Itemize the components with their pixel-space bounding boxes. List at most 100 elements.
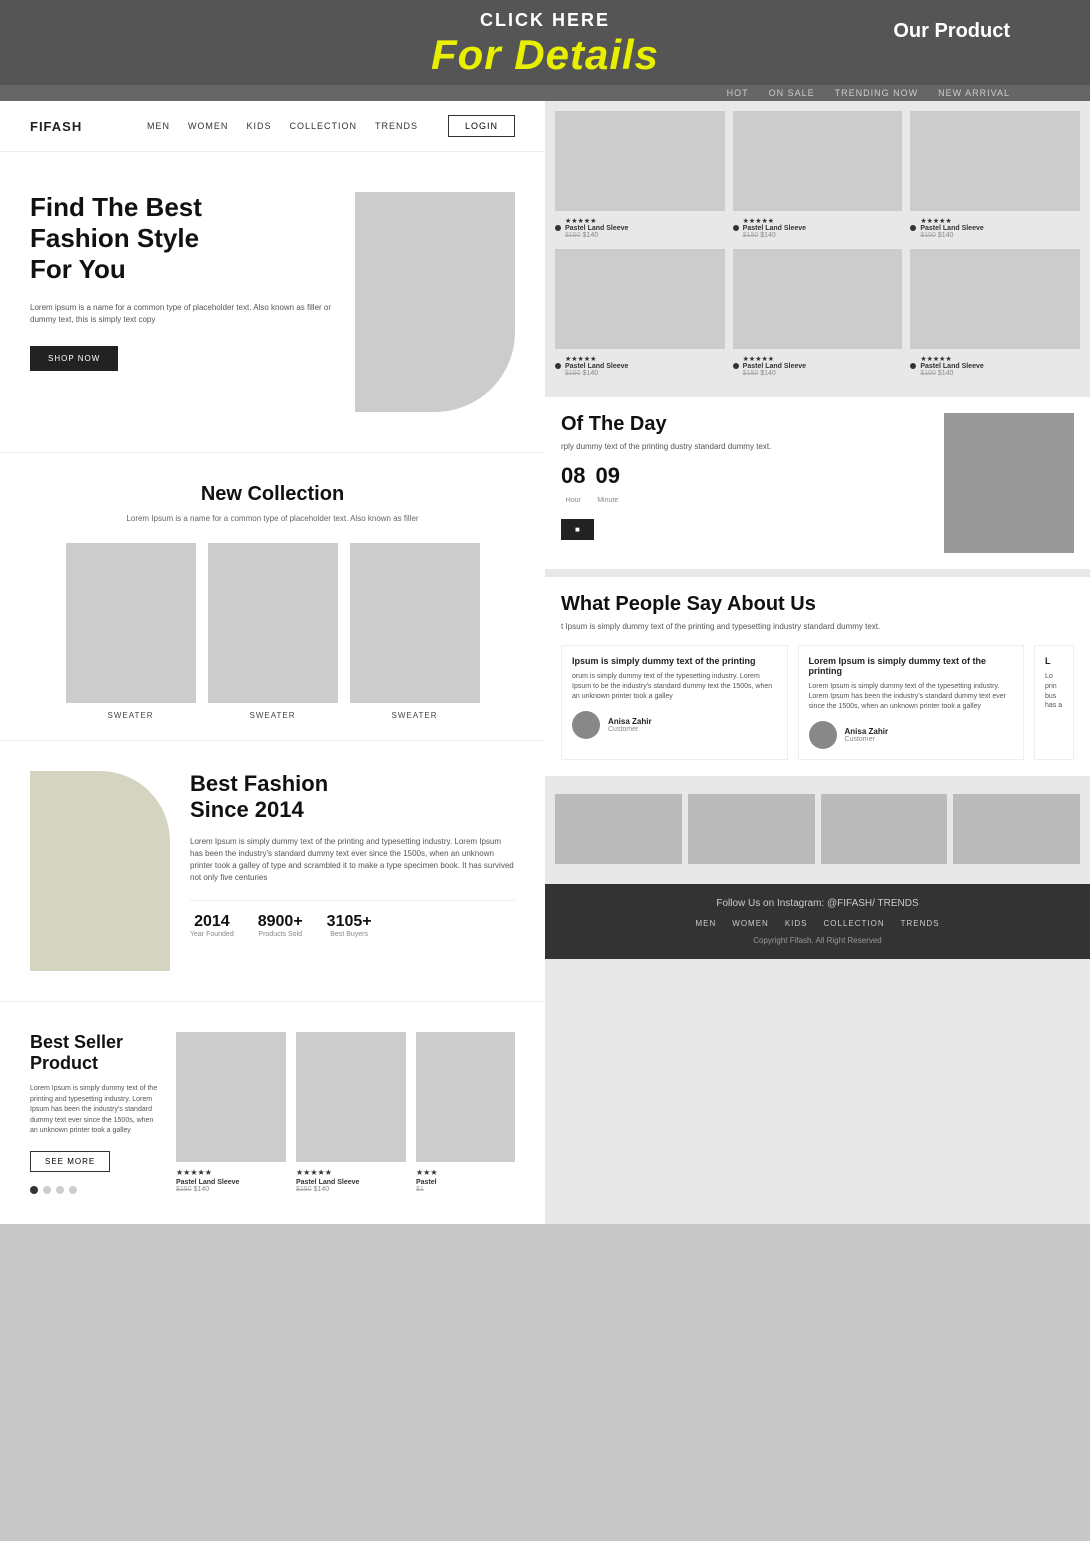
timer-minutes: 09 Minute <box>595 463 619 507</box>
banner-link-new[interactable]: NEW ARRIVAL <box>938 88 1010 98</box>
nav-trends[interactable]: TRENDS <box>375 121 418 131</box>
bs-name-3: Pastel <box>416 1179 515 1186</box>
product-info-6: ★★★★★ Pastel Land Sleeve $150 $140 <box>910 355 1080 377</box>
product-details-5: ★★★★★ Pastel Land Sleeve $150 $140 <box>743 355 903 377</box>
stat-products-label: Products Sold <box>258 931 303 938</box>
otd-title: Of The Day <box>561 413 932 436</box>
product-info-4: ★★★★★ Pastel Land Sleeve $150 $140 <box>555 355 725 377</box>
tc-name-2: Anisa Zahir <box>845 727 889 736</box>
testimonial-card-1: Ipsum is simply dummy text of the printi… <box>561 645 788 760</box>
stat-buyers-number: 3105+ <box>327 913 372 931</box>
timer-hours-num: 08 <box>561 463 585 489</box>
footer: Follow Us on Instagram: @FIFASH/ TRENDS … <box>545 884 1090 959</box>
product-name-6: Pastel Land Sleeve <box>920 363 1080 370</box>
timer-minutes-num: 09 <box>595 463 619 489</box>
bs-card-3: ★★★ Pastel $1 <box>416 1032 515 1194</box>
footer-nav-trends[interactable]: TRENDS <box>901 919 940 928</box>
bs-card-1: ★★★★★ Pastel Land Sleeve $150 $140 <box>176 1032 286 1194</box>
product-name-1: Pastel Land Sleeve <box>565 225 725 232</box>
hero-section: Find The Best Fashion Style For You Lore… <box>0 152 545 452</box>
bs-price-2: $150 $140 <box>296 1186 406 1193</box>
tc-role-1: Customer <box>608 726 652 733</box>
product-item-3: ★★★★★ Pastel Land Sleeve $150 $140 <box>910 111 1080 239</box>
otd-image <box>944 413 1074 553</box>
product-price-1: $150 $140 <box>565 232 725 239</box>
left-column: FIFASH MEN WOMEN KIDS COLLECTION TRENDS … <box>0 101 545 1224</box>
bs-card-2: ★★★★★ Pastel Land Sleeve $150 $140 <box>296 1032 406 1194</box>
testimonial-cards: Ipsum is simply dummy text of the printi… <box>561 645 1074 760</box>
insta-img-4 <box>953 794 1080 864</box>
tc-body-1: orum is simply dummy text of the typeset… <box>572 672 777 701</box>
bs-card-img-2 <box>296 1032 406 1162</box>
product-img-6 <box>910 249 1080 349</box>
our-product-label: Our Product <box>893 20 1010 43</box>
collection-label-1: SWEATER <box>66 711 196 720</box>
tc-title-1: Ipsum is simply dummy text of the printi… <box>572 656 777 666</box>
products-section: ★★★★★ Pastel Land Sleeve $150 $140 <box>545 101 1090 397</box>
best-seller-description: Lorem Ipsum is simply dummy text of the … <box>30 1084 160 1137</box>
product-details-6: ★★★★★ Pastel Land Sleeve $150 $140 <box>920 355 1080 377</box>
main-layout: FIFASH MEN WOMEN KIDS COLLECTION TRENDS … <box>0 101 1090 1224</box>
tc-body-3: Lo prin bus has a <box>1045 672 1063 711</box>
bs-stars-1: ★★★★★ <box>176 1168 286 1177</box>
collection-img-1 <box>66 543 196 703</box>
bs-stars-3: ★★★ <box>416 1168 515 1177</box>
footer-nav-collection[interactable]: COLLECTION <box>824 919 885 928</box>
timer-minutes-label: Minute <box>597 497 618 504</box>
collection-card-3: SWEATER <box>350 543 480 720</box>
product-stars-4: ★★★★★ <box>565 355 725 363</box>
product-stars-3: ★★★★★ <box>920 217 1080 225</box>
footer-nav-kids[interactable]: KIDS <box>785 919 808 928</box>
tc-person-2: Anisa Zahir Customer <box>845 727 889 743</box>
nav-women[interactable]: WOMEN <box>188 121 229 131</box>
of-the-day-inner: Of The Day rply dummy text of the printi… <box>561 413 1074 553</box>
product-img-4 <box>555 249 725 349</box>
product-img-3 <box>910 111 1080 211</box>
new-collection-section: New Collection Lorem Ipsum is a name for… <box>0 452 545 740</box>
for-details-text[interactable]: For Details <box>431 31 659 79</box>
product-stars-2: ★★★★★ <box>743 217 903 225</box>
banner-link-onsale[interactable]: ON SALE <box>769 88 815 98</box>
instagram-section <box>545 784 1090 884</box>
product-price-4: $150 $140 <box>565 370 725 377</box>
product-name-5: Pastel Land Sleeve <box>743 363 903 370</box>
nav-men[interactable]: MEN <box>147 121 170 131</box>
dot-4 <box>69 1186 77 1194</box>
avatar-1 <box>572 711 600 739</box>
footer-nav-men[interactable]: MEN <box>695 919 716 928</box>
nav-links: MEN WOMEN KIDS COLLECTION TRENDS <box>147 121 418 131</box>
insta-img-2 <box>688 794 815 864</box>
timer-hours-label: Hour <box>566 497 581 504</box>
product-item-1: ★★★★★ Pastel Land Sleeve $150 $140 <box>555 111 725 239</box>
product-price-2: $150 $140 <box>743 232 903 239</box>
dot-2 <box>43 1186 51 1194</box>
bs-price-1: $150 $140 <box>176 1186 286 1193</box>
product-dot-2 <box>733 225 739 231</box>
shop-now-button[interactable]: SHOP NOW <box>30 346 118 371</box>
login-button[interactable]: LOGIN <box>448 115 515 137</box>
product-details-3: ★★★★★ Pastel Land Sleeve $150 $140 <box>920 217 1080 239</box>
products-grid-row2: ★★★★★ Pastel Land Sleeve $150 $140 <box>555 249 1080 377</box>
product-name-2: Pastel Land Sleeve <box>743 225 903 232</box>
footer-nav-women[interactable]: WOMEN <box>732 919 769 928</box>
stat-year-number: 2014 <box>190 913 234 931</box>
see-more-button[interactable]: SEE MORE <box>30 1151 110 1172</box>
pagination-dots <box>30 1186 160 1194</box>
nav-collection[interactable]: COLLECTION <box>289 121 357 131</box>
instagram-grid <box>555 794 1080 864</box>
bs-card-img-1 <box>176 1032 286 1162</box>
stat-buyers-label: Best Buyers <box>327 931 372 938</box>
otd-buy-button[interactable]: ■ <box>561 519 594 540</box>
tc-title-2: Lorem Ipsum is simply dummy text of the … <box>809 656 1014 676</box>
products-grid-row1: ★★★★★ Pastel Land Sleeve $150 $140 <box>555 111 1080 239</box>
product-dot-3 <box>910 225 916 231</box>
footer-instagram-text: Follow Us on Instagram: @FIFASH/ TRENDS <box>559 898 1076 909</box>
product-stars-6: ★★★★★ <box>920 355 1080 363</box>
testimonials-title: What People Say About Us <box>561 593 1074 616</box>
product-stars-1: ★★★★★ <box>565 217 725 225</box>
banner-link-trending[interactable]: TRENDING NOW <box>835 88 919 98</box>
nav-kids[interactable]: KIDS <box>246 121 271 131</box>
product-img-5 <box>733 249 903 349</box>
product-item-5: ★★★★★ Pastel Land Sleeve $150 $140 <box>733 249 903 377</box>
banner-link-hot[interactable]: HOT <box>727 88 749 98</box>
